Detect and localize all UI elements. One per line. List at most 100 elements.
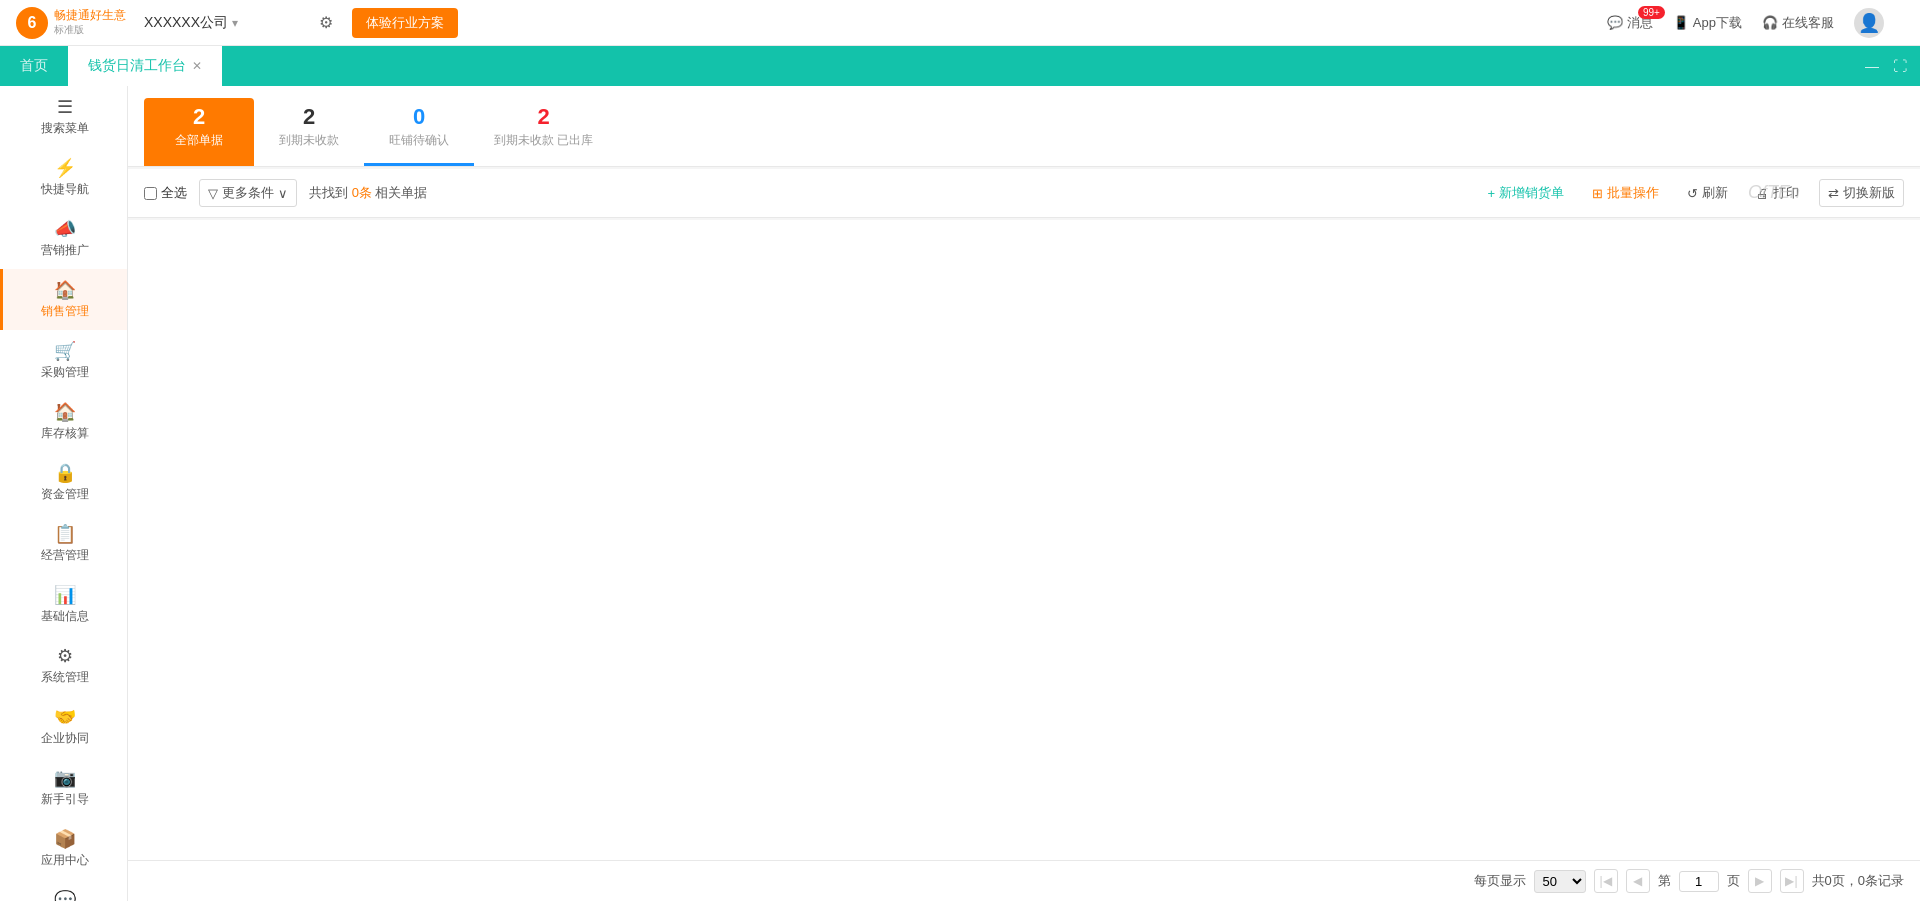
sidebar-item-wechat[interactable]: 💬 企业微信: [0, 879, 127, 901]
settings-icon[interactable]: ⚙: [312, 9, 340, 37]
per-page-select[interactable]: 50 100 200: [1534, 870, 1586, 893]
stats-label-overdue: 到期未收款: [274, 132, 344, 149]
tab-minimize-icon[interactable]: —: [1860, 54, 1884, 78]
sidebar-item-purchase[interactable]: 🛒 采购管理: [0, 330, 127, 391]
stats-count-all: 2: [164, 106, 234, 128]
sidebar-item-marketing[interactable]: 📣 营销推广: [0, 208, 127, 269]
wechat-icon: 💬: [54, 891, 76, 901]
checkbox-input[interactable]: [144, 187, 157, 200]
sidebar-item-guide[interactable]: 📷 新手引导: [0, 757, 127, 818]
sidebar-item-label: 采购管理: [41, 364, 89, 381]
add-sales-btn[interactable]: + 新增销货单: [1479, 180, 1572, 206]
filter-chevron-icon: ∨: [278, 186, 288, 201]
refresh-icon: ↺: [1687, 186, 1698, 201]
tab-workbench-label: 钱货日清工作台: [88, 57, 186, 75]
sidebar-item-quick-nav[interactable]: ⚡ 快捷导航: [0, 147, 127, 208]
refresh-btn[interactable]: ↺ 刷新: [1679, 180, 1736, 206]
found-count: 0条: [352, 185, 372, 200]
tab-home[interactable]: 首页: [0, 46, 68, 86]
sidebar-item-inventory[interactable]: 🏠 库存核算: [0, 391, 127, 452]
app-download-label: App下载: [1693, 14, 1742, 32]
sidebar-item-operations[interactable]: 📋 经营管理: [0, 513, 127, 574]
filter-icon: ▽: [208, 186, 218, 201]
page-suffix: 页: [1727, 872, 1740, 890]
pagination-bar: 每页显示 50 100 200 |◀ ◀ 第 页 ▶ ▶| 共0页，0条记录: [128, 860, 1920, 901]
app-download-icon: 📱: [1673, 15, 1689, 30]
sidebar-item-funds[interactable]: 🔒 资金管理: [0, 452, 127, 513]
company-name: XXXXXX公司: [144, 14, 228, 32]
top-bar-right: 💬 消息 99+ 📱 App下载 🎧 在线客服 👤: [1607, 8, 1904, 38]
select-all-label: 全选: [161, 184, 187, 202]
message-badge: 99+: [1638, 6, 1665, 19]
logo-name: 畅捷通好生意: [54, 8, 126, 24]
stats-count-pending: 0: [384, 106, 454, 128]
refresh-label: 刷新: [1702, 184, 1728, 202]
batch-label: 批量操作: [1607, 184, 1659, 202]
tab-home-label: 首页: [20, 57, 48, 75]
stats-tabs: 2 全部单据 2 到期未收款 0 旺铺待确认 2 到期未收款 已出库: [128, 86, 1920, 167]
prev-page-btn[interactable]: ◀: [1626, 869, 1650, 893]
industry-btn[interactable]: 体验行业方案: [352, 8, 458, 38]
switch-label: 切换新版: [1843, 184, 1895, 202]
more-filter-btn[interactable]: ▽ 更多条件 ∨: [199, 179, 297, 207]
sidebar-item-label: 销售管理: [41, 303, 89, 320]
stats-label-shipped: 到期未收款 已出库: [494, 132, 593, 149]
sidebar-item-search-menu[interactable]: ☰ 搜索菜单: [0, 86, 127, 147]
stats-tab-pending[interactable]: 0 旺铺待确认: [364, 98, 474, 166]
main-content: 2 全部单据 2 到期未收款 0 旺铺待确认 2 到期未收款 已出库 全选: [128, 86, 1920, 901]
tab-workbench[interactable]: 钱货日清工作台 ✕: [68, 46, 222, 86]
select-all-checkbox[interactable]: 全选: [144, 184, 187, 202]
sidebar-item-app-center[interactable]: 📦 应用中心: [0, 818, 127, 879]
batch-ops-btn[interactable]: ⊞ 批量操作: [1584, 180, 1667, 206]
guide-icon: 📷: [54, 769, 76, 787]
sidebar-item-label: 资金管理: [41, 486, 89, 503]
system-icon: ⚙: [57, 647, 73, 665]
toolbar-right: + 新增销货单 ⊞ 批量操作 ↺ 刷新 🖨 打印 ⇄ 切换新版: [1479, 179, 1904, 207]
headset-icon: 🎧: [1762, 15, 1778, 30]
page-input[interactable]: [1679, 871, 1719, 892]
online-service-label: 在线客服: [1782, 14, 1834, 32]
avatar[interactable]: 👤: [1854, 8, 1884, 38]
search-menu-icon: ☰: [57, 98, 73, 116]
sidebar-item-label: 经营管理: [41, 547, 89, 564]
sidebar-item-label: 企业协同: [41, 730, 89, 747]
sidebar-item-label: 库存核算: [41, 425, 89, 442]
layout: ☰ 搜索菜单 ⚡ 快捷导航 📣 营销推广 🏠 销售管理 🛒 采购管理 🏠 库存核…: [0, 86, 1920, 901]
add-icon: +: [1487, 186, 1495, 201]
funds-icon: 🔒: [54, 464, 76, 482]
batch-icon: ⊞: [1592, 186, 1603, 201]
add-label: 新增销货单: [1499, 184, 1564, 202]
operations-icon: 📋: [54, 525, 76, 543]
table-empty: [128, 220, 1920, 860]
filter-label: 更多条件: [222, 184, 274, 202]
quick-nav-icon: ⚡: [54, 159, 76, 177]
sidebar-item-cooperation[interactable]: 🤝 企业协同: [0, 696, 127, 757]
tab-close-icon[interactable]: ✕: [192, 59, 202, 73]
tab-maximize-icon[interactable]: ⛶: [1888, 54, 1912, 78]
first-page-btn[interactable]: |◀: [1594, 869, 1618, 893]
nav-controls: — ⛶: [1852, 54, 1920, 78]
last-page-btn[interactable]: ▶|: [1780, 869, 1804, 893]
app-download-btn[interactable]: 📱 App下载: [1673, 14, 1742, 32]
switch-version-btn[interactable]: ⇄ 切换新版: [1819, 179, 1904, 207]
sidebar-item-sales[interactable]: 🏠 销售管理: [0, 269, 127, 330]
message-icon: 💬: [1607, 15, 1623, 30]
sidebar-item-label: 应用中心: [41, 852, 89, 869]
stats-tab-overdue[interactable]: 2 到期未收款: [254, 98, 364, 166]
app-center-icon: 📦: [54, 830, 76, 848]
cooperation-icon: 🤝: [54, 708, 76, 726]
logo-icon: 6: [16, 7, 48, 39]
sales-icon: 🏠: [54, 281, 76, 299]
sidebar-item-label: 系统管理: [41, 669, 89, 686]
next-page-btn[interactable]: ▶: [1748, 869, 1772, 893]
message-btn[interactable]: 💬 消息 99+: [1607, 14, 1653, 32]
company-selector[interactable]: XXXXXX公司 ▾: [144, 14, 304, 32]
sidebar-item-basic-info[interactable]: 📊 基础信息: [0, 574, 127, 635]
stats-tab-all[interactable]: 2 全部单据: [144, 98, 254, 166]
sidebar-item-system[interactable]: ⚙ 系统管理: [0, 635, 127, 696]
stats-tab-shipped[interactable]: 2 到期未收款 已出库: [474, 98, 613, 166]
top-bar: 6 畅捷通好生意 标准版 XXXXXX公司 ▾ ⚙ 体验行业方案 💬 消息 99…: [0, 0, 1920, 46]
basic-info-icon: 📊: [54, 586, 76, 604]
print-btn[interactable]: 🖨 打印: [1748, 180, 1807, 206]
online-service-btn[interactable]: 🎧 在线客服: [1762, 14, 1834, 32]
